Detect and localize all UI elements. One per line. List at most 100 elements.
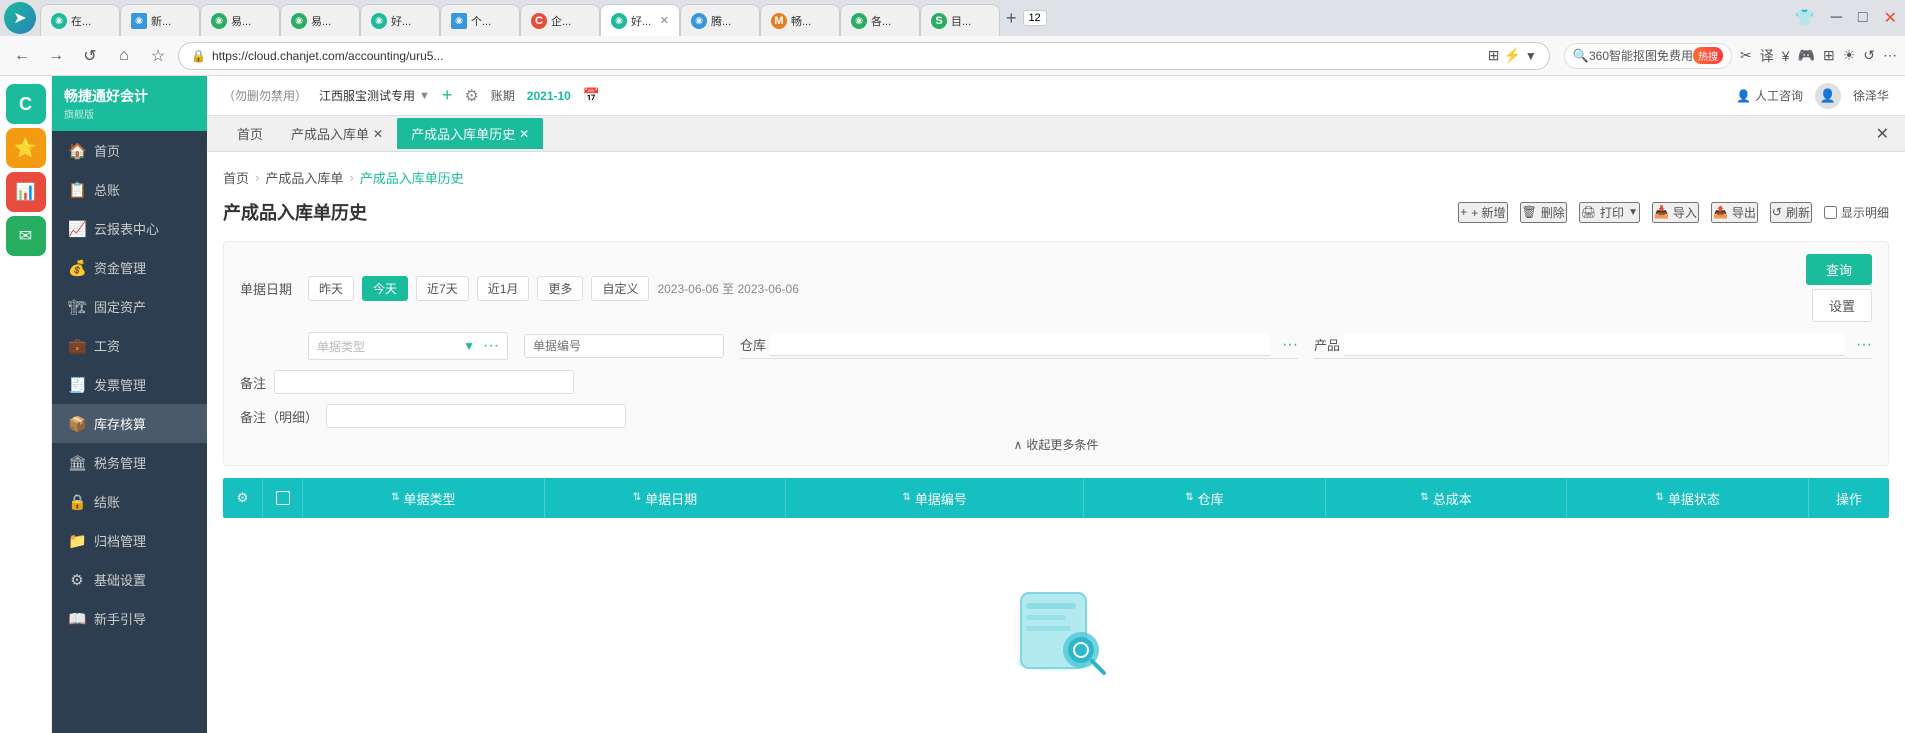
- grid-btn[interactable]: ⊞: [1823, 47, 1835, 64]
- browser-tab-5[interactable]: ◉ 好...: [360, 4, 440, 36]
- sidebar-item-home[interactable]: 🏠 首页: [52, 131, 207, 170]
- account-settings-button[interactable]: ⚙: [464, 86, 478, 106]
- browser-tab-12[interactable]: S 目...: [920, 4, 1000, 36]
- browser-tab-1[interactable]: ◉ 在...: [40, 4, 120, 36]
- app-icon-chart[interactable]: 📊: [6, 172, 46, 212]
- th-number[interactable]: ⇅ 单据编号: [786, 478, 1084, 518]
- translate-btn[interactable]: 译: [1760, 46, 1774, 66]
- app-icon-star[interactable]: ⭐: [6, 128, 46, 168]
- delete-button[interactable]: 🗑 删除: [1520, 202, 1567, 223]
- page-tab-home[interactable]: 首页: [223, 118, 277, 149]
- browser-tab-9[interactable]: ◉ 腾...: [680, 4, 760, 36]
- settings-button[interactable]: 设置: [1812, 289, 1872, 322]
- shirt-icon-btn[interactable]: 👕: [1791, 6, 1819, 30]
- forward-button[interactable]: →: [42, 42, 70, 70]
- th-cost[interactable]: ⇅ 总成本: [1326, 478, 1568, 518]
- breadcrumb-entry[interactable]: 产成品入库单: [265, 168, 343, 187]
- th-checkbox[interactable]: [263, 478, 303, 518]
- sidebar-item-salary[interactable]: 💼 工资: [52, 326, 207, 365]
- sidebar-item-closing[interactable]: 🔒 结账: [52, 482, 207, 521]
- search-button[interactable]: 查询: [1806, 254, 1872, 285]
- browser-tab-3[interactable]: ◉ 易...: [200, 4, 280, 36]
- period-value[interactable]: 2021-10: [527, 89, 571, 103]
- close-window-button[interactable]: ✕: [1880, 6, 1901, 30]
- date-today-btn[interactable]: 今天: [362, 276, 408, 301]
- sidebar-item-capital[interactable]: 💰 资金管理: [52, 248, 207, 287]
- sidebar-item-tax[interactable]: 🏛 税务管理: [52, 443, 207, 482]
- product-dots[interactable]: ···: [1856, 336, 1872, 354]
- account-select[interactable]: 江西服宝测试专用 ▼: [319, 87, 430, 104]
- game-btn[interactable]: 🎮: [1798, 47, 1815, 64]
- th-type[interactable]: ⇅ 单据类型: [303, 478, 545, 518]
- app-icon-mail[interactable]: ✉: [6, 216, 46, 256]
- address-input-box[interactable]: 🔒 https://cloud.chanjet.com/accounting/u…: [178, 42, 1550, 70]
- user-consult-btn[interactable]: 👤 人工咨询: [1736, 87, 1803, 104]
- page-tab-entry-close[interactable]: ✕: [373, 127, 383, 141]
- theme-btn[interactable]: ☀: [1843, 47, 1856, 64]
- page-tab-history-close[interactable]: ✕: [519, 127, 529, 141]
- show-fields-checkbox[interactable]: [1824, 206, 1837, 219]
- browser-tab-6[interactable]: ◉ 个...: [440, 4, 520, 36]
- date-more-btn[interactable]: 更多: [537, 276, 583, 301]
- new-tab-button[interactable]: +: [1000, 8, 1023, 29]
- date-custom-btn[interactable]: 自定义: [591, 276, 649, 301]
- bookmark-button[interactable]: ☆: [144, 42, 172, 70]
- number-filter-input[interactable]: [524, 334, 724, 358]
- tab-count[interactable]: 12: [1023, 10, 1047, 26]
- browser-tab-10[interactable]: M 畅...: [760, 4, 840, 36]
- sidebar-item-guide[interactable]: 📖 新手引导: [52, 599, 207, 638]
- note-filter-input[interactable]: [274, 370, 574, 394]
- show-fields-label[interactable]: 显示明细: [1824, 204, 1889, 221]
- minimize-button[interactable]: ─: [1827, 7, 1846, 29]
- print-button[interactable]: 🖨 打印 ▼: [1579, 202, 1640, 223]
- sidebar-item-inventory[interactable]: 📦 库存核算: [52, 404, 207, 443]
- browser-tab-11[interactable]: ◉ 各...: [840, 4, 920, 36]
- sidebar-item-cloud-reports[interactable]: 📈 云报表中心: [52, 209, 207, 248]
- page-tab-history[interactable]: 产成品入库单历史 ✕: [397, 118, 543, 149]
- sidebar-item-settings[interactable]: ⚙ 基础设置: [52, 560, 207, 599]
- browser-tab-8[interactable]: ◉ 好... ✕: [600, 4, 680, 36]
- date-yesterday-btn[interactable]: 昨天: [308, 276, 354, 301]
- sidebar-item-ledger[interactable]: 📋 总账: [52, 170, 207, 209]
- th-date[interactable]: ⇅ 单据日期: [545, 478, 787, 518]
- scissors-btn[interactable]: ✂: [1740, 47, 1752, 64]
- more-btn[interactable]: ⋯: [1883, 47, 1897, 64]
- th-settings[interactable]: ⚙: [223, 478, 263, 518]
- import-button[interactable]: 📥 导入: [1652, 202, 1699, 223]
- collapse-button[interactable]: ∧ 收起更多条件: [1014, 436, 1099, 453]
- warehouse-dots[interactable]: ···: [1282, 336, 1298, 354]
- maximize-button[interactable]: □: [1854, 7, 1872, 29]
- date-7days-btn[interactable]: 近7天: [416, 276, 469, 301]
- calendar-icon[interactable]: 📅: [583, 87, 600, 104]
- page-tab-entry[interactable]: 产成品入库单 ✕: [277, 118, 397, 149]
- breadcrumb-home[interactable]: 首页: [223, 168, 249, 187]
- date-1month-btn[interactable]: 近1月: [477, 276, 530, 301]
- export-button[interactable]: 📤 导出: [1711, 202, 1758, 223]
- dropdown-arrow-icon[interactable]: ▼: [1525, 49, 1537, 63]
- select-all-checkbox[interactable]: [276, 491, 290, 505]
- sidebar-item-fixed-assets[interactable]: 🏗 固定资产: [52, 287, 207, 326]
- close-panel-button[interactable]: ✕: [1876, 124, 1889, 144]
- app-icon-chanjet[interactable]: C: [6, 84, 46, 124]
- th-status[interactable]: ⇅ 单据状态: [1567, 478, 1809, 518]
- add-button[interactable]: + + 新增: [1458, 202, 1507, 223]
- th-warehouse[interactable]: ⇅ 仓库: [1084, 478, 1326, 518]
- refresh-button[interactable]: ↺ 刷新: [1770, 202, 1812, 223]
- back-button[interactable]: ←: [8, 42, 36, 70]
- sidebar-item-archive[interactable]: 📁 归档管理: [52, 521, 207, 560]
- browser-tab-2[interactable]: ◉ 新...: [120, 4, 200, 36]
- tab-close-8[interactable]: ✕: [660, 14, 669, 27]
- detail-note-filter-input[interactable]: [326, 404, 626, 428]
- lightning-icon[interactable]: ⚡: [1503, 47, 1520, 64]
- type-select-dots[interactable]: ···: [483, 337, 499, 355]
- browser-search-box[interactable]: 🔍 360智能抠图免费用 热搜: [1564, 43, 1732, 69]
- sidebar-item-invoice[interactable]: 🧾 发票管理: [52, 365, 207, 404]
- warehouse-filter-input[interactable]: [770, 333, 1270, 356]
- add-account-button[interactable]: +: [442, 85, 453, 106]
- undo-btn[interactable]: ↺: [1863, 47, 1875, 64]
- browser-tab-4[interactable]: ◉ 易...: [280, 4, 360, 36]
- home-button[interactable]: ⌂: [110, 42, 138, 70]
- currency-btn[interactable]: ¥: [1782, 48, 1790, 64]
- browser-tab-7[interactable]: C 企...: [520, 4, 600, 36]
- refresh-button[interactable]: ↺: [76, 42, 104, 70]
